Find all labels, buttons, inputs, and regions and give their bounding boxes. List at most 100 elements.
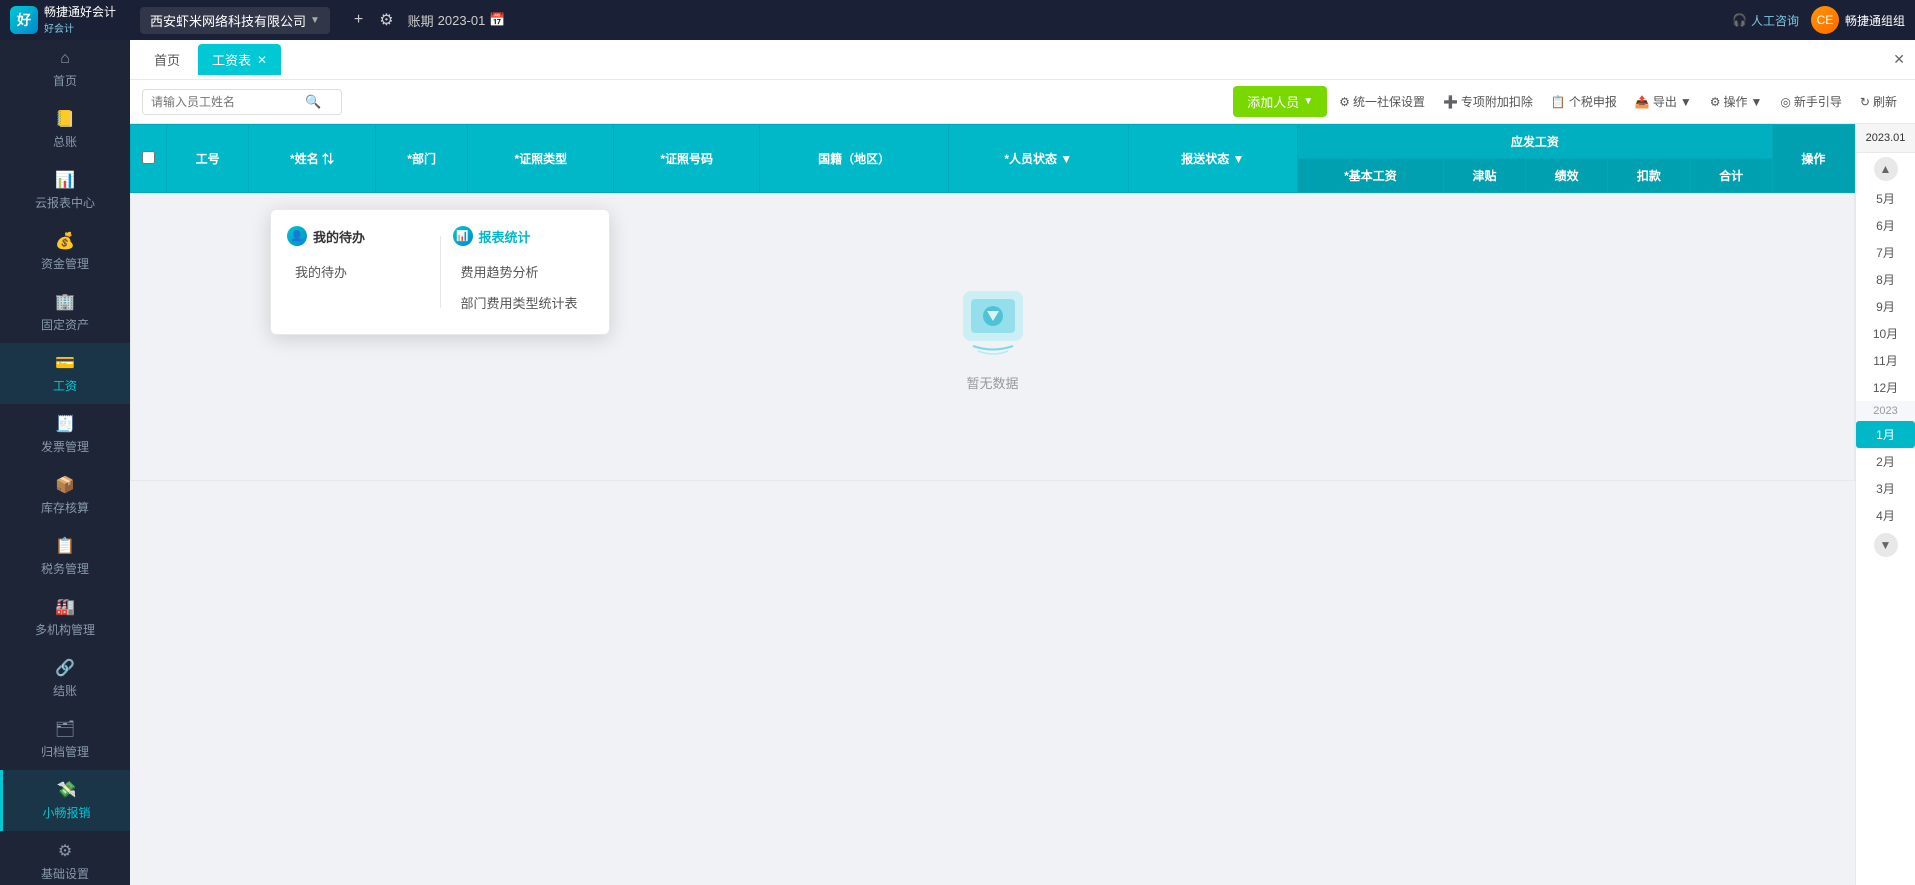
operate-icon: ⚙ bbox=[1710, 95, 1721, 109]
month-panel: 2023.01 ▲ 5月 6月 7月 8月 9月 10月 11月 12月 202… bbox=[1855, 124, 1915, 885]
empty-icon bbox=[943, 281, 1043, 361]
sidebar-item-inventory[interactable]: 📦 库存核算 bbox=[0, 465, 130, 526]
month-item-4[interactable]: 4月 bbox=[1856, 502, 1915, 529]
search-input[interactable] bbox=[151, 95, 301, 109]
month-item-8[interactable]: 8月 bbox=[1856, 266, 1915, 293]
popup-item-dept-expense[interactable]: 部门费用类型统计表 bbox=[453, 287, 594, 318]
month-item-5[interactable]: 5月 bbox=[1856, 185, 1915, 212]
tab-close-icon[interactable]: ✕ bbox=[257, 53, 267, 67]
add-button[interactable]: + bbox=[350, 7, 367, 33]
company-chevron-icon: ▼ bbox=[310, 15, 320, 26]
tab-home[interactable]: 首页 bbox=[140, 44, 194, 75]
settings-button[interactable]: ⚙ bbox=[375, 6, 397, 34]
add-chevron-icon: ▼ bbox=[1303, 96, 1313, 107]
month-item-9[interactable]: 9月 bbox=[1856, 293, 1915, 320]
popup-item-expense-trend[interactable]: 费用趋势分析 bbox=[453, 256, 594, 287]
month-item-12[interactable]: 12月 bbox=[1856, 374, 1915, 401]
th-name: *姓名 ⇅ bbox=[249, 125, 376, 193]
popup-divider bbox=[440, 236, 441, 308]
archive-icon: 🗂 bbox=[55, 719, 75, 739]
sidebar-item-xiaochang[interactable]: 💸 小畅报销 bbox=[0, 770, 130, 831]
social-icon: ⚙ bbox=[1339, 95, 1350, 109]
tab-salary[interactable]: 工资表 ✕ bbox=[198, 44, 281, 75]
refresh-icon: ↻ bbox=[1860, 95, 1870, 109]
service-button[interactable]: 🎧 人工咨询 bbox=[1732, 12, 1799, 29]
settle-icon: 🔗 bbox=[55, 658, 75, 678]
sidebar-item-salary[interactable]: 💳 工资 bbox=[0, 343, 130, 404]
operate-button[interactable]: ⚙ 操作 ▼ bbox=[1704, 89, 1769, 114]
th-number: 工号 bbox=[167, 125, 249, 193]
month-item-2[interactable]: 2月 bbox=[1856, 448, 1915, 475]
month-nav-up[interactable]: ▲ bbox=[1874, 157, 1898, 181]
special-deduction-button[interactable]: ➕ 专项附加扣除 bbox=[1437, 89, 1539, 114]
popup-report-header: 📊 报表统计 bbox=[453, 226, 594, 246]
invoice-icon: 🧾 bbox=[55, 414, 75, 434]
popup-section: 👤 我的待办 我的待办 📊 报表统计 费用趋势分析 部门费用类型统计表 bbox=[271, 210, 609, 334]
user-area[interactable]: CE 畅捷通组组 bbox=[1811, 6, 1905, 34]
home-icon: ⌂ bbox=[60, 50, 70, 68]
social-insurance-button[interactable]: ⚙ 统一社保设置 bbox=[1333, 89, 1431, 114]
month-item-7[interactable]: 7月 bbox=[1856, 239, 1915, 266]
calendar-icon[interactable]: 📅 bbox=[489, 12, 505, 28]
month-item-6[interactable]: 6月 bbox=[1856, 212, 1915, 239]
top-header: 好 畅捷通好会计 好会计 西安虾米网络科技有限公司 ▼ + ⚙ 账期 2023-… bbox=[0, 0, 1915, 40]
tax-icon: 📋 bbox=[55, 536, 75, 556]
report-header-icon: 📊 bbox=[453, 226, 473, 246]
sidebar-item-basic[interactable]: ⚙ 基础设置 bbox=[0, 831, 130, 885]
sidebar-item-home[interactable]: ⌂ 首页 bbox=[0, 40, 130, 99]
todo-header-icon: 👤 bbox=[287, 226, 307, 246]
search-icon: 🔍 bbox=[305, 94, 321, 110]
sidebar-item-finance[interactable]: 💰 资金管理 bbox=[0, 221, 130, 282]
sidebar-item-ledger[interactable]: 📒 总账 bbox=[0, 99, 130, 160]
sidebar-item-settle[interactable]: 🔗 结账 bbox=[0, 648, 130, 709]
empty-text: 暂无数据 bbox=[966, 373, 1018, 392]
th-report: 报送状态 ▼ bbox=[1128, 125, 1297, 193]
popup-item-todo[interactable]: 我的待办 bbox=[287, 256, 428, 287]
guide-toolbar-icon: ◎ bbox=[1780, 95, 1790, 109]
search-box: 🔍 bbox=[142, 89, 342, 115]
company-name: 西安虾米网络科技有限公司 bbox=[150, 11, 306, 30]
select-all-checkbox[interactable] bbox=[142, 151, 155, 164]
ledger-icon: 📒 bbox=[55, 109, 75, 129]
company-selector[interactable]: 西安虾米网络科技有限公司 ▼ bbox=[140, 7, 330, 34]
logo-area: 好 畅捷通好会计 好会计 bbox=[10, 5, 130, 34]
th-salary-group: 应发工资 bbox=[1297, 125, 1772, 159]
month-item-11[interactable]: 11月 bbox=[1856, 347, 1915, 374]
report-icon: 📊 bbox=[55, 170, 75, 190]
headset-icon: 🎧 bbox=[1732, 13, 1747, 27]
sidebar-item-multi[interactable]: 🏭 多机构管理 bbox=[0, 587, 130, 648]
th-id-type: *证照类型 bbox=[468, 125, 614, 193]
guide-button[interactable]: ◎ 新手引导 bbox=[1774, 89, 1848, 114]
export-icon: 📤 bbox=[1635, 95, 1650, 109]
period-info: 账期 2023-01 📅 bbox=[408, 11, 506, 30]
popup-col-report: 📊 报表统计 费用趋势分析 部门费用类型统计表 bbox=[453, 226, 594, 318]
tax-report-button[interactable]: 📋 个税申报 bbox=[1545, 89, 1623, 114]
refresh-button[interactable]: ↻ 刷新 bbox=[1854, 89, 1903, 114]
special-icon: ➕ bbox=[1443, 95, 1458, 109]
sidebar-item-tax[interactable]: 📋 税务管理 bbox=[0, 526, 130, 587]
add-person-button[interactable]: 添加人员 ▼ bbox=[1233, 86, 1327, 117]
sidebar-item-fixed[interactable]: 🏢 固定资产 bbox=[0, 282, 130, 343]
month-panel-header: 2023.01 bbox=[1856, 124, 1915, 153]
popup-todo-header: 👤 我的待办 bbox=[287, 226, 428, 246]
month-item-3[interactable]: 3月 bbox=[1856, 475, 1915, 502]
th-status: *人员状态 ▼ bbox=[949, 125, 1129, 193]
th-id-num: *证照号码 bbox=[614, 125, 760, 193]
sidebar-item-report[interactable]: 📊 云报表中心 bbox=[0, 160, 130, 221]
th-base-salary: *基本工资 bbox=[1297, 159, 1443, 193]
month-item-10[interactable]: 10月 bbox=[1856, 320, 1915, 347]
th-performance: 绩效 bbox=[1526, 159, 1608, 193]
close-all-button[interactable]: ✕ bbox=[1893, 51, 1905, 68]
th-checkbox[interactable] bbox=[131, 125, 167, 193]
month-nav-down[interactable]: ▼ bbox=[1874, 533, 1898, 557]
export-button[interactable]: 📤 导出 ▼ bbox=[1629, 89, 1698, 114]
main-layout: ⌂ 首页 📒 总账 📊 云报表中心 💰 资金管理 🏢 固定资产 💳 工资 🧾 发… bbox=[0, 40, 1915, 885]
logo-text: 畅捷通好会计 好会计 bbox=[44, 5, 116, 34]
sidebar: ⌂ 首页 📒 总账 📊 云报表中心 💰 资金管理 🏢 固定资产 💳 工资 🧾 发… bbox=[0, 40, 130, 885]
sidebar-item-archive[interactable]: 🗂 归档管理 bbox=[0, 709, 130, 770]
th-dept: *部门 bbox=[375, 125, 468, 193]
th-country: 国籍（地区） bbox=[760, 125, 949, 193]
salary-icon: 💳 bbox=[55, 353, 75, 373]
month-item-1[interactable]: 1月 bbox=[1856, 421, 1915, 448]
sidebar-item-invoice[interactable]: 🧾 发票管理 bbox=[0, 404, 130, 465]
